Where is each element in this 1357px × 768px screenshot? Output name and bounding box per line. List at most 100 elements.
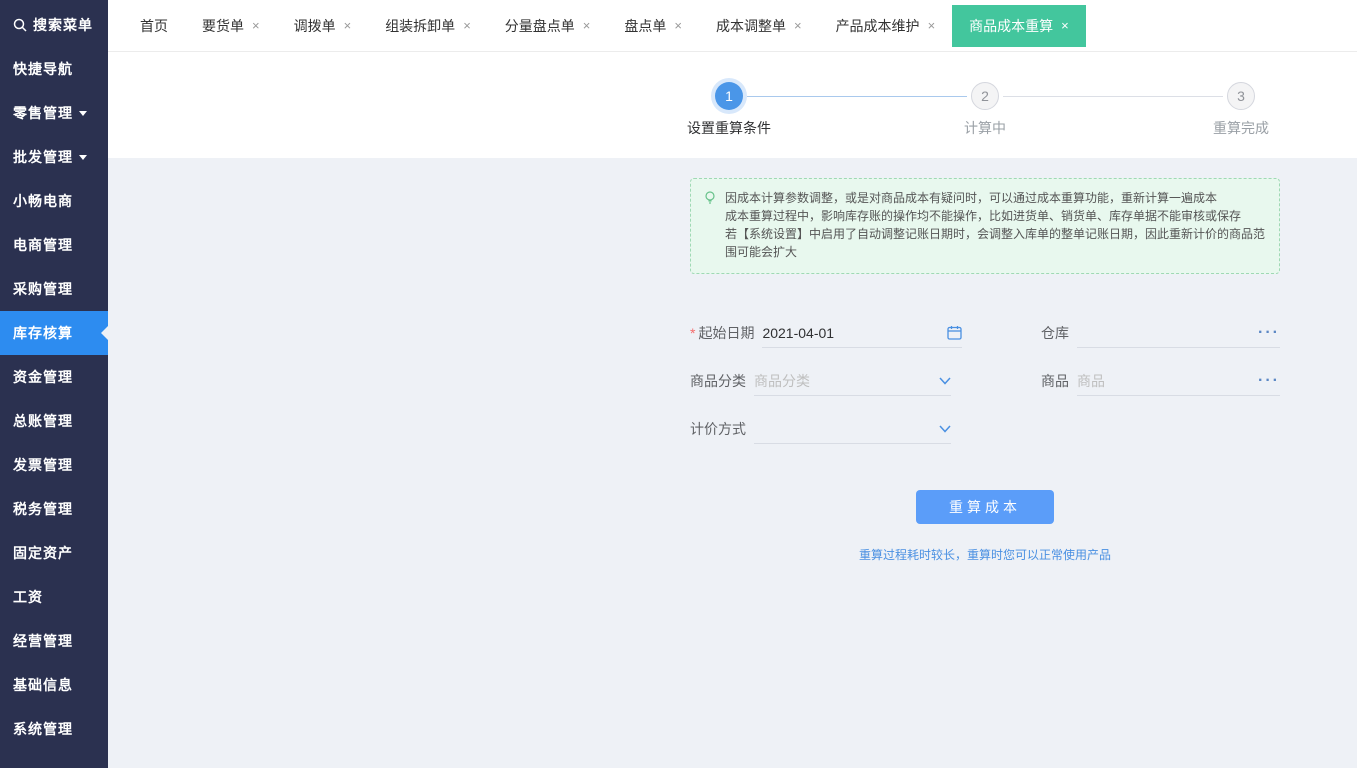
close-icon[interactable]: ×	[674, 19, 682, 32]
stepper: 1 设置重算条件 2 计算中 3 重算完成	[687, 82, 1280, 136]
tab-label: 组装拆卸单	[385, 17, 456, 34]
start-date-field	[762, 318, 963, 348]
step-connector	[747, 95, 967, 97]
search-icon	[13, 18, 27, 32]
tab-product-cost-maintenance[interactable]: 产品成本维护 ×	[819, 5, 953, 47]
sidebar-item-basic-info[interactable]: 基础信息	[0, 663, 108, 707]
calendar-icon[interactable]	[947, 325, 963, 340]
sidebar-item-fixed-assets[interactable]: 固定资产	[0, 531, 108, 575]
pricing-method-input[interactable]	[754, 420, 935, 437]
tab-cost-adjustment[interactable]: 成本调整单 ×	[699, 5, 819, 47]
tab-label: 调拨单	[293, 17, 336, 34]
sidebar-item-label: 总账管理	[13, 413, 73, 429]
close-icon[interactable]: ×	[794, 19, 802, 32]
tab-transfer[interactable]: 调拨单 ×	[277, 5, 369, 47]
sidebar-item-label: 库存核算	[13, 325, 73, 341]
pricing-method-label: 计价方式	[690, 421, 746, 437]
close-icon[interactable]: ×	[463, 19, 471, 32]
sidebar-item-label: 采购管理	[13, 281, 73, 297]
tab-cost-recalculation[interactable]: 商品成本重算 ×	[952, 4, 1086, 47]
close-icon[interactable]: ×	[252, 19, 260, 32]
sidebar-item-label: 小畅电商	[13, 193, 73, 209]
notice-line: 若【系统设置】中启用了自动调整记账日期时，会调整入库单的整单记账日期，因此重新计…	[725, 227, 1266, 259]
sidebar-item-retail[interactable]: 零售管理	[0, 91, 108, 135]
pricing-method-field	[754, 414, 951, 444]
start-date-label: 起始日期	[690, 323, 754, 343]
lightbulb-icon	[703, 190, 717, 210]
sidebar-item-partial[interactable]	[0, 751, 108, 768]
sidebar-item-label: 发票管理	[13, 457, 73, 473]
sidebar-item-tax[interactable]: 税务管理	[0, 487, 108, 531]
tab-label: 产品成本维护	[835, 17, 920, 34]
sidebar-item-label: 批发管理	[13, 149, 73, 165]
tab-requisition[interactable]: 要货单 ×	[185, 5, 277, 47]
tab-label: 分量盘点单	[504, 17, 575, 34]
sidebar-item-business-mgmt[interactable]: 经营管理	[0, 619, 108, 663]
sidebar-item-label: 系统管理	[13, 721, 73, 737]
sidebar-item-wholesale[interactable]: 批发管理	[0, 135, 108, 179]
sidebar-item-label: 税务管理	[13, 501, 73, 517]
recalc-form: 起始日期 仓库 ···	[690, 318, 1280, 563]
close-icon[interactable]: ×	[928, 19, 936, 32]
sidebar-item-general-ledger[interactable]: 总账管理	[0, 399, 108, 443]
step-1-set-conditions: 1 设置重算条件	[687, 82, 771, 136]
ellipsis-picker-icon[interactable]: ···	[1258, 324, 1280, 341]
sidebar-item-xiaochang-ecom[interactable]: 小畅电商	[0, 179, 108, 223]
start-date-input[interactable]	[762, 324, 944, 341]
recalculate-cost-button[interactable]: 重算成本	[916, 490, 1054, 524]
sidebar-item-label: 固定资产	[13, 545, 73, 561]
sidebar-item-funds[interactable]: 资金管理	[0, 355, 108, 399]
category-field	[754, 366, 951, 396]
chevron-down-icon	[79, 110, 87, 116]
chevron-down-icon[interactable]	[939, 376, 951, 385]
tab-assembly[interactable]: 组装拆卸单 ×	[368, 5, 488, 47]
sidebar-item-ecommerce[interactable]: 电商管理	[0, 223, 108, 267]
step-connector	[1003, 95, 1223, 97]
sidebar-item-invoices[interactable]: 发票管理	[0, 443, 108, 487]
product-label: 商品	[1041, 373, 1070, 389]
tab-stocktake[interactable]: 盘点单 ×	[607, 5, 699, 47]
sidebar-item-purchasing[interactable]: 采购管理	[0, 267, 108, 311]
notice-line: 因成本计算参数调整，或是对商品成本有疑问时，可以通过成本重算功能，重新计算一遍成…	[725, 191, 1218, 205]
notice-line: 成本重算过程中，影响库存账的操作均不能操作，比如进货单、销货单、库存单据不能审核…	[725, 209, 1242, 223]
close-icon[interactable]: ×	[344, 19, 352, 32]
close-icon[interactable]: ×	[1061, 19, 1069, 32]
tab-bar: 首页 要货单 × 调拨单 × 组装拆卸单 × 分量盘点单 × 盘点单 × 成本调整单 × 产…	[108, 0, 1357, 52]
sidebar-item-payroll[interactable]: 工资	[0, 575, 108, 619]
sidebar-item-inventory-accounting[interactable]: 库存核算	[0, 311, 108, 355]
content-area: 因成本计算参数调整，或是对商品成本有疑问时，可以通过成本重算功能，重新计算一遍成…	[108, 158, 1357, 768]
sidebar-item-quick-nav[interactable]: 快捷导航	[0, 47, 108, 91]
sidebar-item-label: 资金管理	[13, 369, 73, 385]
step-label: 重算完成	[1213, 120, 1269, 136]
tab-label: 要货单	[202, 17, 244, 34]
step-label: 设置重算条件	[687, 120, 771, 136]
tab-partial-stocktake[interactable]: 分量盘点单 ×	[488, 5, 608, 47]
chevron-down-icon	[79, 154, 87, 160]
product-field: ···	[1077, 366, 1280, 396]
category-input[interactable]	[754, 372, 935, 389]
app-window: 搜索菜单 快捷导航 零售管理 批发管理 小畅电商 电商管理 采购管理 库存核算 …	[0, 0, 1357, 768]
main-area: 首页 要货单 × 调拨单 × 组装拆卸单 × 分量盘点单 × 盘点单 × 成本调整单 × 产…	[108, 0, 1357, 768]
tab-label: 盘点单	[624, 17, 667, 34]
close-icon[interactable]: ×	[583, 19, 591, 32]
sidebar: 搜索菜单 快捷导航 零售管理 批发管理 小畅电商 电商管理 采购管理 库存核算 …	[0, 0, 108, 768]
tab-label: 首页	[140, 17, 168, 34]
step-circle: 2	[971, 82, 999, 110]
sidebar-item-label: 电商管理	[13, 237, 73, 253]
product-input[interactable]	[1077, 372, 1259, 389]
step-2-calculating: 2 计算中	[964, 82, 1006, 136]
warehouse-input[interactable]	[1077, 324, 1259, 341]
warehouse-label: 仓库	[1041, 325, 1070, 341]
chevron-down-icon[interactable]	[939, 424, 951, 433]
sidebar-item-system-mgmt[interactable]: 系统管理	[0, 707, 108, 751]
stepper-panel: 1 设置重算条件 2 计算中 3 重算完成	[108, 52, 1357, 158]
step-3-complete: 3 重算完成	[1213, 82, 1269, 136]
sidebar-item-label: 快捷导航	[13, 61, 73, 77]
ellipsis-picker-icon[interactable]: ···	[1258, 372, 1280, 389]
tab-label: 商品成本重算	[969, 17, 1054, 34]
tab-home[interactable]: 首页	[123, 5, 185, 47]
sidebar-item-search-menu[interactable]: 搜索菜单	[0, 3, 108, 47]
notice-box: 因成本计算参数调整，或是对商品成本有疑问时，可以通过成本重算功能，重新计算一遍成…	[690, 178, 1280, 274]
step-label: 计算中	[964, 120, 1006, 136]
step-circle: 3	[1227, 82, 1255, 110]
